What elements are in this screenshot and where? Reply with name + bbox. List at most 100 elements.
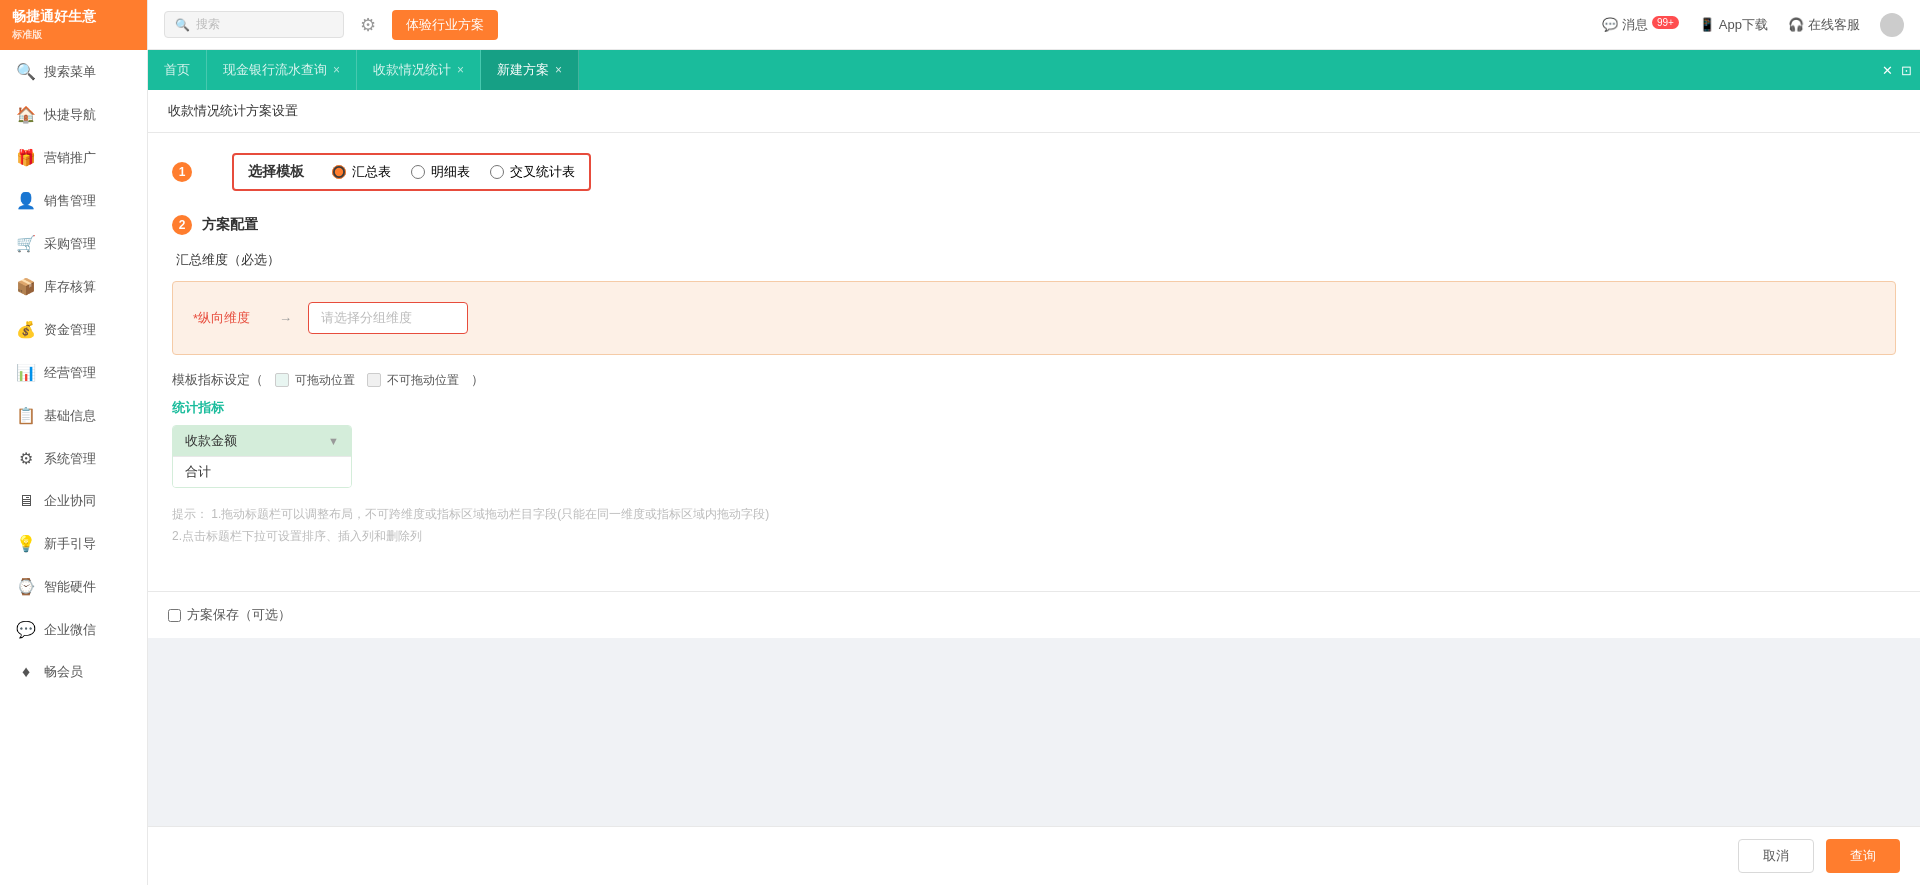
app-download-item[interactable]: 📱 App下载 (1699, 16, 1768, 34)
sidebar-item-smart-hw[interactable]: ⌚智能硬件 (0, 565, 147, 608)
app-icon: 📱 (1699, 17, 1715, 32)
sidebar-item-operation[interactable]: 📊 经营管理 (0, 351, 147, 394)
sidebar-item-basic-info[interactable]: 📋 基础信息 (0, 394, 147, 437)
sidebar-item-corp-coop[interactable]: 🖥 企业协同 (0, 480, 147, 522)
online-service-item[interactable]: 🎧 在线客服 (1788, 16, 1860, 34)
app-download-label: App下载 (1719, 16, 1768, 34)
sidebar-icon-purchase: 🛒 (16, 234, 36, 253)
sidebar-icon-inventory: 📦 (16, 277, 36, 296)
sidebar-icon-basic-info: 📋 (16, 406, 36, 425)
dimension-area: 纵向维度 → 请选择分组维度 (172, 281, 1896, 355)
search-bar[interactable]: 🔍 搜索 (164, 11, 344, 38)
step2-badge: 2 (172, 215, 192, 235)
maximize-icon[interactable]: ⊡ (1901, 63, 1912, 78)
radio-summary-input[interactable] (332, 165, 346, 179)
sidebar-label-basic-info: 基础信息 (44, 407, 96, 425)
sidebar-label-corp-wechat: 企业微信 (44, 621, 96, 639)
sidebar-item-marketing[interactable]: 🎁 营销推广 (0, 136, 147, 179)
sidebar-label-corp-coop: 企业协同 (44, 492, 96, 510)
sidebar-item-member[interactable]: ♦畅会员 (0, 651, 147, 693)
radio-cross[interactable]: 交叉统计表 (490, 163, 575, 181)
step2-section: 2 方案配置 汇总维度（必选） 纵向维度 → 请选择分组维度 (172, 215, 1896, 547)
sidebar-item-purchase[interactable]: 🛒 采购管理 (0, 222, 147, 265)
sidebar-item-finance[interactable]: 💰 资金管理 (0, 308, 147, 351)
sidebar-item-quick-nav[interactable]: 🏠快捷导航 (0, 93, 147, 136)
sidebar-icon-corp-wechat: 💬 (16, 620, 36, 639)
radio-summary[interactable]: 汇总表 (332, 163, 391, 181)
radio-summary-label: 汇总表 (352, 163, 391, 181)
tab-home[interactable]: 首页 (148, 50, 207, 90)
stat-table-header[interactable]: 收款金额 ▼ (173, 426, 351, 456)
tab-close-new-plan[interactable]: × (555, 63, 562, 77)
sidebar-icon-operation: 📊 (16, 363, 36, 382)
radio-detail[interactable]: 明细表 (411, 163, 470, 181)
tab-close-receipt-stats[interactable]: × (457, 63, 464, 77)
sidebar-item-system[interactable]: ⚙系统管理 (0, 437, 147, 480)
sidebar-label-operation: 经营管理 (44, 364, 96, 382)
dim-select-box[interactable]: 请选择分组维度 (308, 302, 468, 334)
sidebar-icon-finance: 💰 (16, 320, 36, 339)
toggle-draggable-label: 可拖动位置 (295, 372, 355, 389)
sidebar-icon-sales: 👤 (16, 191, 36, 210)
sidebar-item-sales[interactable]: 👤 销售管理 (0, 179, 147, 222)
user-icon (1880, 13, 1904, 37)
user-avatar[interactable] (1880, 13, 1904, 37)
tab-bar-right: ✕ ⊡ (1882, 63, 1920, 78)
hint1: 提示： 1.拖动标题栏可以调整布局，不可跨维度或指标区域拖动栏目字段(只能在同一… (172, 504, 1896, 526)
step1-label: 选择模板 (248, 163, 304, 181)
close-window-icon[interactable]: ✕ (1882, 63, 1893, 78)
sidebar-logo-sub: 标准版 (12, 28, 96, 42)
toggle-undraggable-box (367, 373, 381, 387)
tab-new-plan[interactable]: 新建方案 × (481, 50, 579, 90)
industry-btn[interactable]: 体验行业方案 (392, 10, 498, 40)
sidebar-label-sales: 销售管理 (44, 192, 96, 210)
toggle-undraggable: 不可拖动位置 (367, 372, 459, 389)
query-button[interactable]: 查询 (1826, 839, 1900, 873)
step2-header: 2 方案配置 (172, 215, 1896, 235)
form-area: 1 选择模板 汇总表 明细表 交叉统计表 (148, 133, 1920, 591)
stat-table-header-label: 收款金额 (185, 432, 237, 450)
cancel-button[interactable]: 取消 (1738, 839, 1814, 873)
search-icon: 🔍 (175, 18, 190, 32)
sidebar-item-newbie[interactable]: 💡新手引导 (0, 522, 147, 565)
tab-bar: 首页现金银行流水查询 ×收款情况统计 ×新建方案 × ✕ ⊡ (148, 50, 1920, 90)
radio-detail-input[interactable] (411, 165, 425, 179)
sidebar-icon-corp-coop: 🖥 (16, 492, 36, 510)
indicators-header-text: 模板指标设定（ (172, 371, 263, 389)
hint2-text: 2.点击标题栏下拉可设置排序、插入列和删除列 (172, 529, 422, 543)
tab-label-cash-flow: 现金银行流水查询 (223, 61, 327, 79)
bottom-section: 方案保存（可选） (148, 591, 1920, 638)
tab-label-new-plan: 新建方案 (497, 61, 549, 79)
sidebar-label-purchase: 采购管理 (44, 235, 96, 253)
toggle-draggable: 可拖动位置 (275, 372, 355, 389)
sidebar-label-marketing: 营销推广 (44, 149, 96, 167)
dimension-section-label: 汇总维度（必选） (172, 251, 1896, 269)
tab-close-cash-flow[interactable]: × (333, 63, 340, 77)
sidebar-logo-name: 畅捷通好生意 (12, 8, 96, 26)
tab-receipt-stats[interactable]: 收款情况统计 × (357, 50, 481, 90)
tab-cash-flow[interactable]: 现金银行流水查询 × (207, 50, 357, 90)
sidebar-label-newbie: 新手引导 (44, 535, 96, 553)
stat-section-label: 统计指标 (172, 399, 1896, 417)
sidebar-item-inventory[interactable]: 📦库存核算 (0, 265, 147, 308)
top-bar: 🔍 搜索 ⚙ 体验行业方案 💬 消息 99+ 📱 App下载 🎧 在线客服 (148, 0, 1920, 50)
sidebar-item-search-menu[interactable]: 🔍搜索菜单 (0, 50, 147, 93)
indicators-header-suffix: ） (471, 371, 484, 389)
save-plan-input[interactable] (168, 609, 181, 622)
settings-icon[interactable]: ⚙ (360, 14, 376, 36)
sidebar-icon-member: ♦ (16, 663, 36, 681)
online-service-label: 在线客服 (1808, 16, 1860, 34)
sidebar-item-corp-wechat[interactable]: 💬 企业微信 (0, 608, 147, 651)
sidebar: 畅捷通好生意 标准版 🔍搜索菜单🏠快捷导航 🎁 营销推广 👤 销售管理 🛒 采购管理 📦库存核… (0, 0, 148, 885)
sidebar-icon-smart-hw: ⌚ (16, 577, 36, 596)
sidebar-icon-marketing: 🎁 (16, 148, 36, 167)
messages-item[interactable]: 💬 消息 99+ (1602, 16, 1679, 34)
radio-cross-input[interactable] (490, 165, 504, 179)
sidebar-logo: 畅捷通好生意 标准版 (0, 0, 147, 50)
sidebar-icon-search-menu: 🔍 (16, 62, 36, 81)
indicators-header: 模板指标设定（ 可拖动位置 不可拖动位置 ） (172, 371, 1896, 389)
save-plan-checkbox[interactable]: 方案保存（可选） (168, 606, 291, 624)
sidebar-label-finance: 资金管理 (44, 321, 96, 339)
message-badge: 99+ (1652, 16, 1679, 29)
sidebar-icon-quick-nav: 🏠 (16, 105, 36, 124)
